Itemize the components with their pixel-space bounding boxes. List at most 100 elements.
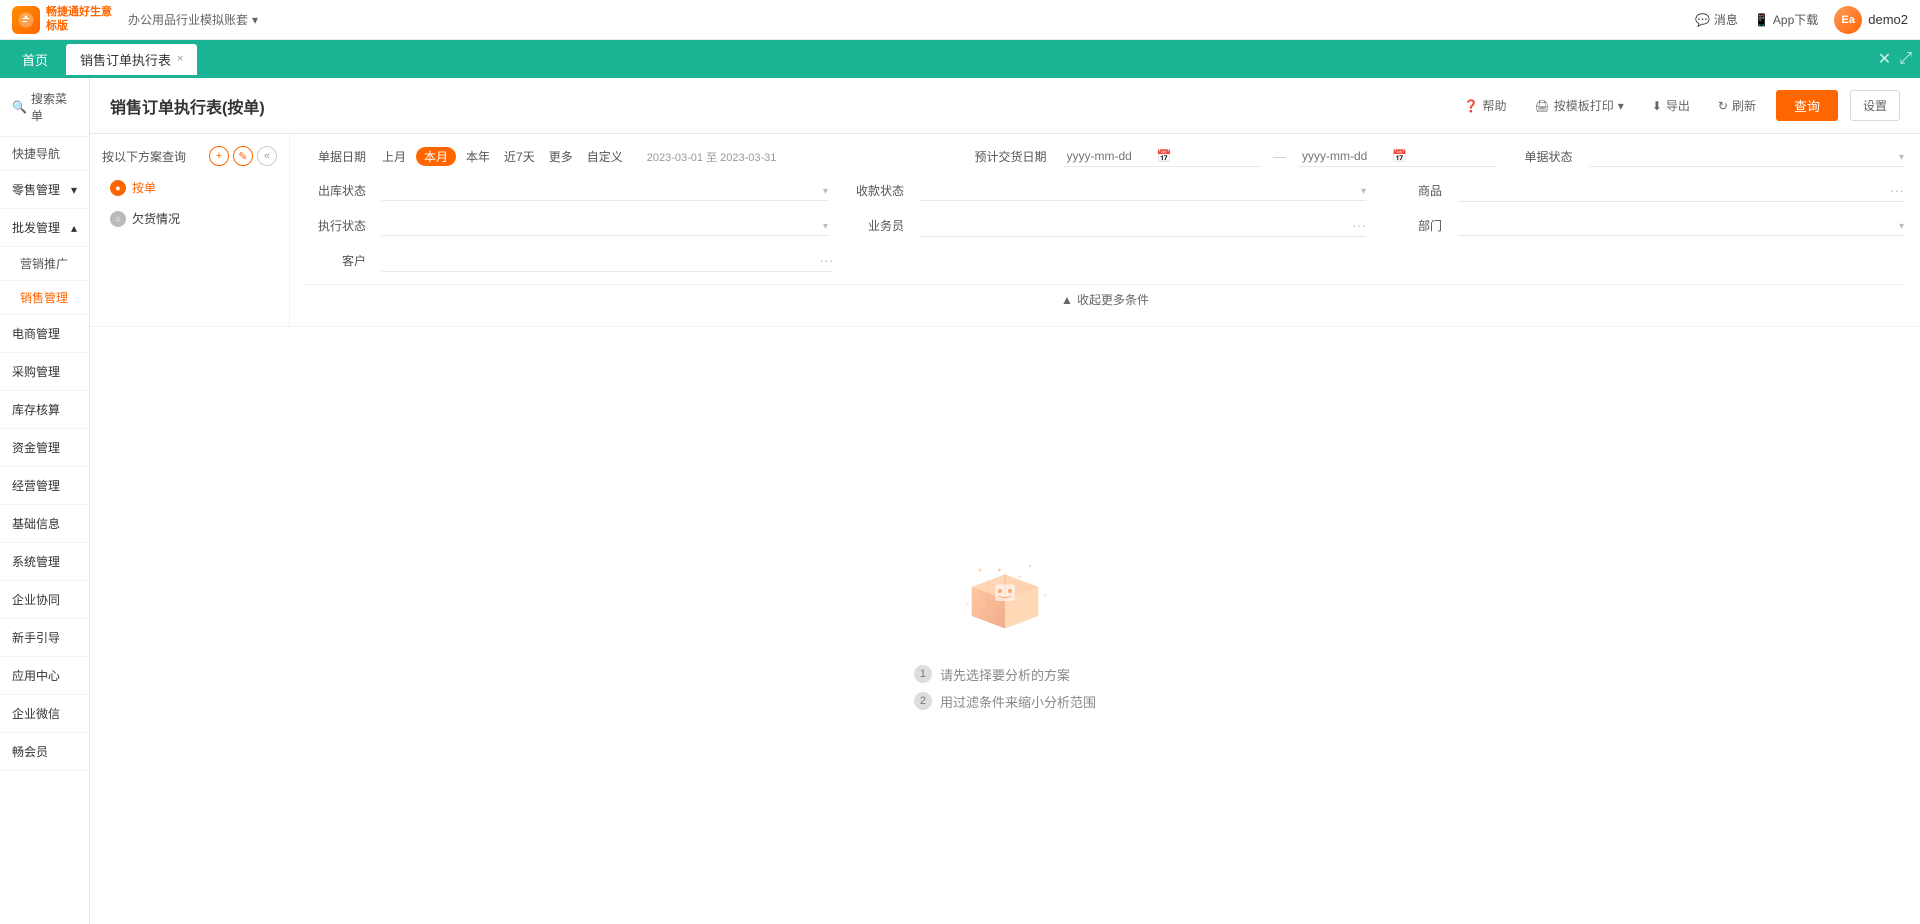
date-quick-more[interactable]: 更多	[545, 147, 577, 166]
payment-status-input[interactable]	[920, 180, 1366, 201]
collapse-icon: ▲	[1061, 293, 1073, 307]
user-avatar-area[interactable]: Ea demo2	[1834, 6, 1908, 34]
header-title-arrow-icon: ▾	[252, 13, 258, 27]
salesperson-input[interactable]	[920, 214, 1366, 237]
doc-status-input[interactable]	[1589, 146, 1905, 167]
query-btn[interactable]: 查询	[1776, 90, 1838, 121]
template-print-label: 按模板打印	[1554, 97, 1614, 114]
chevron-down-icon: ▾	[71, 183, 77, 197]
product-more-icon[interactable]	[1890, 182, 1904, 198]
customer-more-icon[interactable]	[819, 252, 833, 268]
exec-status-arrow[interactable]	[823, 218, 828, 232]
help-label: 帮助	[1483, 97, 1507, 114]
date-quick-this-year[interactable]: 本年	[462, 147, 494, 166]
expected-date-from-input[interactable]	[1067, 149, 1157, 163]
date-quick-7days[interactable]: 近7天	[500, 147, 539, 166]
dept-input[interactable]	[1458, 215, 1904, 236]
app-download-btn[interactable]: 📱 App下载	[1754, 11, 1818, 28]
sidebar-item-ecommerce[interactable]: 电商管理	[0, 315, 89, 353]
tab-minimize-icon[interactable]: ✕	[1878, 49, 1891, 69]
empty-state: ✦ ✦ 1 请先选择要分析的方案 2 用过滤条件来缩小分析范围	[90, 327, 1920, 924]
sidebar-item-enterprise[interactable]: 企业协同	[0, 581, 89, 619]
doc-status-arrow[interactable]	[1899, 149, 1904, 163]
sidebar-item-retail[interactable]: 零售管理 ▾	[0, 171, 89, 209]
message-btn[interactable]: 💬 消息	[1695, 11, 1738, 28]
main-layout: 🔍 搜索菜单 快捷导航 零售管理 ▾ 批发管理 ▴ 营销推广 销售管理 电商管	[0, 78, 1920, 924]
customer-input[interactable]	[382, 249, 833, 272]
date-quick-custom[interactable]: 自定义	[583, 147, 627, 166]
sidebar-search-btn[interactable]: 🔍 搜索菜单	[8, 86, 81, 128]
scheme-item-shortage[interactable]: ○ 欠货情况	[102, 205, 277, 232]
mobile-icon: 📱	[1754, 13, 1769, 27]
sidebar-item-apps[interactable]: 应用中心	[0, 657, 89, 695]
help-btn[interactable]: ❓ 帮助	[1456, 93, 1515, 118]
sidebar-item-inventory[interactable]: 库存核算	[0, 391, 89, 429]
settings-btn[interactable]: 设置	[1850, 90, 1900, 121]
ship-status-label: 出库状态	[306, 182, 366, 199]
sidebar-item-operations[interactable]: 经营管理	[0, 467, 89, 505]
expected-date-to[interactable]: 📅	[1298, 146, 1497, 167]
tab-bar: 首页 销售订单执行表 × ✕ ⤢	[0, 40, 1920, 78]
filter-row-1: 单据日期 上月 本月 本年 近7天 更多 自定义 2023-03-01 至 20…	[306, 146, 1904, 167]
filter-field-expected-date: 预计交货日期 📅 — 📅	[975, 146, 1497, 167]
sidebar-item-member[interactable]: 畅会员	[0, 733, 89, 771]
date-quick-last-month[interactable]: 上月	[378, 147, 410, 166]
refresh-btn[interactable]: ↻ 刷新	[1710, 93, 1764, 118]
scheme-items: ● 按单 ○ 欠货情况	[102, 174, 277, 232]
sidebar-nav-header[interactable]: 快捷导航	[0, 137, 89, 171]
sidebar-item-newbie[interactable]: 新手引导	[0, 619, 89, 657]
sidebar-nav-label: 快捷导航	[12, 147, 60, 161]
exec-status-input[interactable]	[382, 215, 828, 236]
tab-bar-right: ✕ ⤢	[1878, 49, 1912, 69]
salesperson-label: 业务员	[844, 217, 904, 234]
date-separator: —	[1273, 149, 1286, 164]
sidebar-item-system[interactable]: 系统管理	[0, 543, 89, 581]
sidebar-item-finance[interactable]: 资金管理	[0, 429, 89, 467]
payment-status-arrow[interactable]	[1361, 183, 1366, 197]
tab-home[interactable]: 首页	[8, 44, 62, 75]
sidebar-item-wholesale[interactable]: 批发管理 ▴	[0, 209, 89, 247]
sidebar-item-purchase[interactable]: 采购管理	[0, 353, 89, 391]
header-title[interactable]: 办公用品行业模拟账套 ▾	[128, 11, 258, 28]
empty-state-illustration: ✦ ✦	[955, 541, 1055, 641]
dept-arrow[interactable]	[1899, 218, 1904, 232]
sidebar-item-wechat[interactable]: 企业微信	[0, 695, 89, 733]
tab-active[interactable]: 销售订单执行表 ×	[66, 44, 197, 75]
page-title: 销售订单执行表(按单)	[110, 94, 265, 118]
filter-field-exec-status: 执行状态	[306, 215, 828, 236]
export-btn[interactable]: ⬇ 导出	[1644, 93, 1698, 118]
filter-field-customer: 客户	[306, 249, 833, 272]
salesperson-more-icon[interactable]	[1352, 217, 1366, 233]
tip-num-2: 2	[914, 692, 932, 710]
sidebar-sub-item-marketing[interactable]: 营销推广	[0, 247, 89, 281]
avatar: Ea	[1834, 6, 1862, 34]
sidebar-item-basic[interactable]: 基础信息	[0, 505, 89, 543]
product-input[interactable]	[1458, 179, 1904, 202]
ship-status-input[interactable]	[382, 180, 828, 201]
scheme-item-order[interactable]: ● 按单	[102, 174, 277, 201]
collapse-more-btn[interactable]: ▲ 收起更多条件	[306, 284, 1904, 314]
filter-field-date: 单据日期 上月 本月 本年 近7天 更多 自定义 2023-03-01 至 20…	[306, 147, 959, 166]
filter-row-3: 执行状态 业务员	[306, 214, 1904, 237]
tab-close-btn[interactable]: ×	[177, 54, 183, 65]
ship-status-arrow[interactable]	[823, 183, 828, 197]
calendar-icon-2: 📅	[1392, 149, 1407, 163]
filter-field-product: 商品	[1382, 179, 1904, 202]
sidebar-sub-item-sales[interactable]: 销售管理	[0, 281, 89, 315]
edit-scheme-btn[interactable]: ✎	[233, 146, 253, 166]
expected-date-from[interactable]: 📅	[1063, 146, 1262, 167]
filter-row-4: 客户	[306, 249, 1904, 272]
sidebar-search-area: 🔍 搜索菜单	[0, 78, 89, 137]
dept-label: 部门	[1382, 217, 1442, 234]
filter-field-payment-status: 收款状态	[844, 180, 1366, 201]
date-quick-this-month[interactable]: 本月	[416, 147, 456, 166]
collapse-label: 收起更多条件	[1077, 291, 1149, 308]
add-scheme-btn[interactable]: +	[209, 146, 229, 166]
filter-row-2: 出库状态 收款状态	[306, 179, 1904, 202]
expected-date-to-input[interactable]	[1302, 149, 1392, 163]
tab-expand-icon[interactable]: ⤢	[1899, 50, 1912, 68]
filter-field-salesperson: 业务员	[844, 214, 1366, 237]
template-print-btn[interactable]: 🖨 按模板打印 ▾	[1527, 93, 1632, 118]
active-tab-label: 销售订单执行表	[80, 50, 171, 69]
collapse-scheme-btn[interactable]: «	[257, 146, 277, 166]
